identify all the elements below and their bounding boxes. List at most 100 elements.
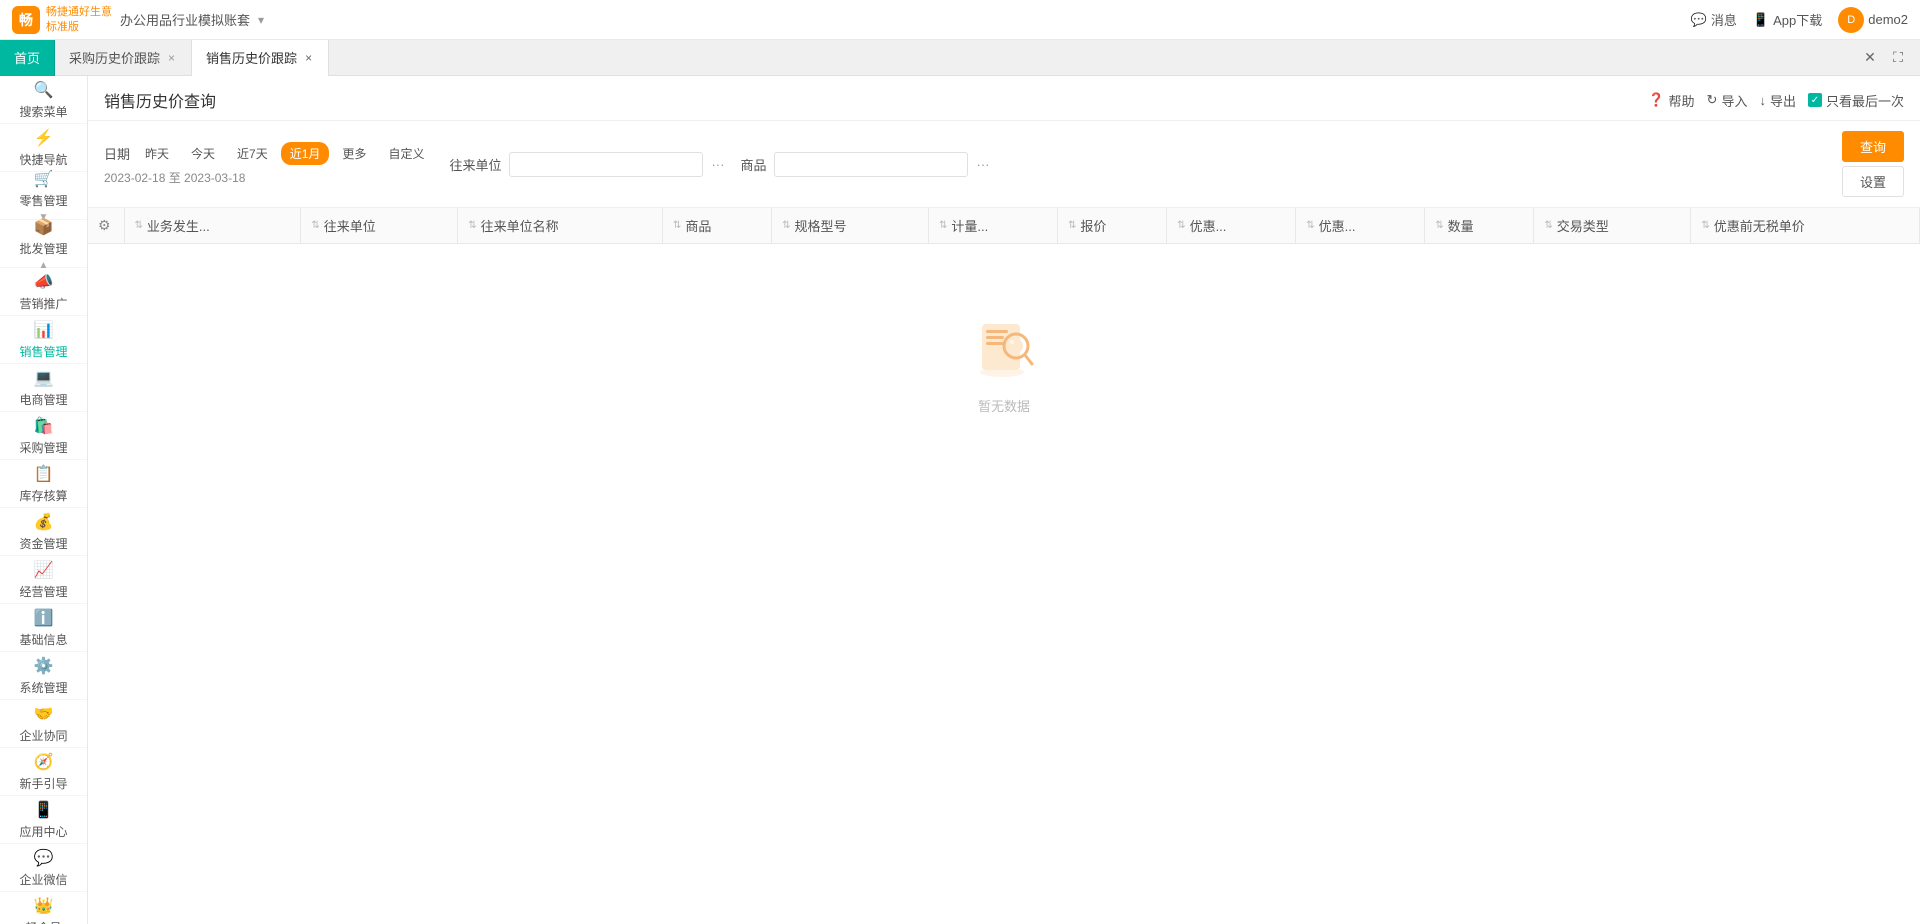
tab-sales-history-close[interactable]: × bbox=[303, 49, 314, 67]
tab-home-label: 首页 bbox=[14, 48, 40, 67]
query-button[interactable]: 查询 bbox=[1842, 131, 1904, 162]
date-btn-yesterday[interactable]: 昨天 bbox=[136, 142, 178, 165]
sidebar-item-purchase-mgmt[interactable]: 🛍️ 采购管理 bbox=[0, 412, 87, 460]
th-partner-name-sort-icon[interactable]: ⇅ bbox=[468, 220, 476, 231]
export-icon: ↓ bbox=[1759, 93, 1766, 108]
sidebar-item-wholesale-mgmt-label: 批发管理 bbox=[19, 240, 67, 257]
operations-mgmt-icon: 📈 bbox=[34, 560, 54, 580]
import-button[interactable]: ↻ 导入 bbox=[1707, 91, 1748, 110]
marketing-icon: 📣 bbox=[34, 272, 54, 292]
sidebar-item-search-menu-label: 搜索菜单 bbox=[19, 103, 67, 120]
date-btn-today[interactable]: 今天 bbox=[182, 142, 224, 165]
sidebar-item-sales-mgmt[interactable]: 📊 销售管理 bbox=[0, 316, 87, 364]
logo-area: 畅 畅捷通好生意 标准版 bbox=[12, 5, 112, 34]
page-actions: ❓ 帮助 ↻ 导入 ↓ 导出 ✓ 只看最后一次 bbox=[1648, 91, 1904, 110]
help-button[interactable]: ❓ 帮助 bbox=[1648, 91, 1694, 110]
sidebar-item-ecommerce-mgmt-label: 电商管理 bbox=[19, 391, 67, 408]
message-icon: 💬 bbox=[1691, 12, 1707, 28]
logo-icon: 畅 bbox=[12, 6, 40, 34]
wholesale-mgmt-icon: 📦 bbox=[34, 217, 54, 237]
th-partner-code-sort-icon[interactable]: ⇅ bbox=[311, 220, 319, 231]
tab-purchase-history[interactable]: 采购历史价跟踪 × bbox=[55, 40, 192, 76]
date-btn-more[interactable]: 更多 bbox=[333, 142, 375, 165]
th-unit-sort-icon[interactable]: ⇅ bbox=[939, 220, 947, 231]
tab-home[interactable]: 首页 bbox=[0, 40, 55, 76]
goods-filter-input[interactable] bbox=[774, 152, 968, 177]
help-label: 帮助 bbox=[1669, 91, 1695, 110]
page-title: 销售历史价查询 bbox=[104, 88, 216, 112]
th-quantity: ⇅ 数量 bbox=[1425, 208, 1534, 244]
sidebar-item-operations-mgmt[interactable]: 📈 经营管理 bbox=[0, 556, 87, 604]
sidebar-item-marketing[interactable]: 📣 营销推广 bbox=[0, 268, 87, 316]
sidebar-item-system-mgmt[interactable]: ⚙️ 系统管理 bbox=[0, 652, 87, 700]
export-button[interactable]: ↓ 导出 bbox=[1759, 91, 1796, 110]
sidebar-item-enterprise-wechat[interactable]: 💬 企业微信 bbox=[0, 844, 87, 892]
quick-nav-icon: ⚡ bbox=[34, 128, 54, 148]
th-discount2-sort-icon[interactable]: ⇅ bbox=[1306, 220, 1314, 231]
th-spec-sort-icon[interactable]: ⇅ bbox=[782, 220, 790, 231]
sidebar-item-search-menu[interactable]: 🔍 搜索菜单 bbox=[0, 76, 87, 124]
avatar: D bbox=[1838, 7, 1864, 33]
message-label: 消息 bbox=[1711, 10, 1737, 29]
only-last-label: 只看最后一次 bbox=[1826, 91, 1904, 110]
sidebar-item-quick-nav[interactable]: ⚡ 快捷导航 bbox=[0, 124, 87, 172]
sidebar-item-retail-mgmt[interactable]: 🛒 零售管理 ▼ bbox=[0, 172, 87, 220]
logo-line2: 标准版 bbox=[46, 20, 112, 34]
th-discount1: ⇅ 优惠... bbox=[1167, 208, 1296, 244]
sidebar-item-new-guide[interactable]: 🧭 新手引导 bbox=[0, 748, 87, 796]
partner-filter-input[interactable] bbox=[509, 152, 703, 177]
date-btn-1month[interactable]: 近1月 bbox=[281, 142, 330, 165]
enterprise-collab-icon: 🤝 bbox=[34, 704, 54, 724]
empty-state: 暂无数据 bbox=[88, 244, 1920, 475]
date-btn-custom[interactable]: 自定义 bbox=[379, 142, 433, 165]
th-pretax-price-label: 优惠前无税单价 bbox=[1714, 216, 1805, 235]
date-btn-7days[interactable]: 近7天 bbox=[228, 142, 277, 165]
user-area[interactable]: D demo2 bbox=[1838, 7, 1908, 33]
tab-sales-history[interactable]: 销售历史价跟踪 × bbox=[192, 40, 329, 76]
message-button[interactable]: 💬 消息 bbox=[1691, 10, 1737, 29]
sidebar-item-marketing-label: 营销推广 bbox=[19, 295, 67, 312]
sidebar-item-member[interactable]: 👑 畅会员 bbox=[0, 892, 87, 924]
tabbar: 首页 采购历史价跟踪 × 销售历史价跟踪 × ✕ ⛶ bbox=[0, 40, 1920, 76]
export-label: 导出 bbox=[1770, 91, 1796, 110]
tab-purchase-history-close[interactable]: × bbox=[166, 49, 177, 67]
sidebar-item-new-guide-label: 新手引导 bbox=[19, 775, 67, 792]
tab-fullscreen-button[interactable]: ⛶ bbox=[1888, 48, 1908, 68]
th-biz-date-sort-icon[interactable]: ⇅ bbox=[135, 220, 143, 231]
sidebar-item-enterprise-collab-label: 企业协同 bbox=[19, 727, 67, 744]
th-quantity-sort-icon[interactable]: ⇅ bbox=[1435, 220, 1443, 231]
th-discount1-sort-icon[interactable]: ⇅ bbox=[1177, 220, 1185, 231]
partner-filter-dots[interactable]: ··· bbox=[711, 157, 724, 172]
app-download-button[interactable]: 📱 App下载 bbox=[1753, 10, 1822, 29]
th-trade-type-sort-icon[interactable]: ⇅ bbox=[1544, 220, 1552, 231]
sidebar-item-enterprise-collab[interactable]: 🤝 企业协同 bbox=[0, 700, 87, 748]
sidebar-item-finance-mgmt-label: 资金管理 bbox=[19, 535, 67, 552]
th-spec: ⇅ 规格型号 bbox=[772, 208, 929, 244]
th-spec-label: 规格型号 bbox=[794, 216, 846, 235]
inventory-icon: 📋 bbox=[34, 464, 54, 484]
topbar-app-title: 办公用品行业模拟账套 bbox=[120, 10, 250, 29]
only-last-checkbox[interactable]: ✓ 只看最后一次 bbox=[1808, 91, 1904, 110]
th-goods-sort-icon[interactable]: ⇅ bbox=[673, 220, 681, 231]
table-settings-icon[interactable]: ⚙ bbox=[98, 217, 111, 233]
sales-mgmt-icon: 📊 bbox=[34, 320, 54, 340]
th-price-label: 报价 bbox=[1080, 216, 1106, 235]
topbar-dropdown-icon[interactable]: ▾ bbox=[258, 13, 264, 27]
th-pretax-price-sort-icon[interactable]: ⇅ bbox=[1701, 220, 1709, 231]
goods-filter-dots[interactable]: ··· bbox=[976, 157, 989, 172]
sidebar-item-finance-mgmt[interactable]: 💰 资金管理 bbox=[0, 508, 87, 556]
empty-icon bbox=[964, 304, 1044, 384]
sidebar-item-inventory[interactable]: 📋 库存核算 bbox=[0, 460, 87, 508]
sidebar-item-basic-info[interactable]: ℹ️ 基础信息 bbox=[0, 604, 87, 652]
th-biz-date-label: 业务发生... bbox=[147, 216, 210, 235]
sidebar-item-app-center[interactable]: 📱 应用中心 bbox=[0, 796, 87, 844]
tab-close-all-button[interactable]: ✕ bbox=[1860, 48, 1880, 68]
th-price-sort-icon[interactable]: ⇅ bbox=[1068, 220, 1076, 231]
sidebar-item-ecommerce-mgmt[interactable]: 💻 电商管理 bbox=[0, 364, 87, 412]
checkbox-checked-icon: ✓ bbox=[1808, 93, 1822, 107]
th-partner-name: ⇅ 往来单位名称 bbox=[458, 208, 663, 244]
retail-mgmt-icon: 🛒 bbox=[34, 169, 54, 189]
table-area: ⚙ ⇅ 业务发生... ⇅ 往来单 bbox=[88, 208, 1920, 924]
settings-button[interactable]: 设置 bbox=[1842, 166, 1904, 197]
sidebar-item-wholesale-mgmt[interactable]: 📦 批发管理 ▲ bbox=[0, 220, 87, 268]
